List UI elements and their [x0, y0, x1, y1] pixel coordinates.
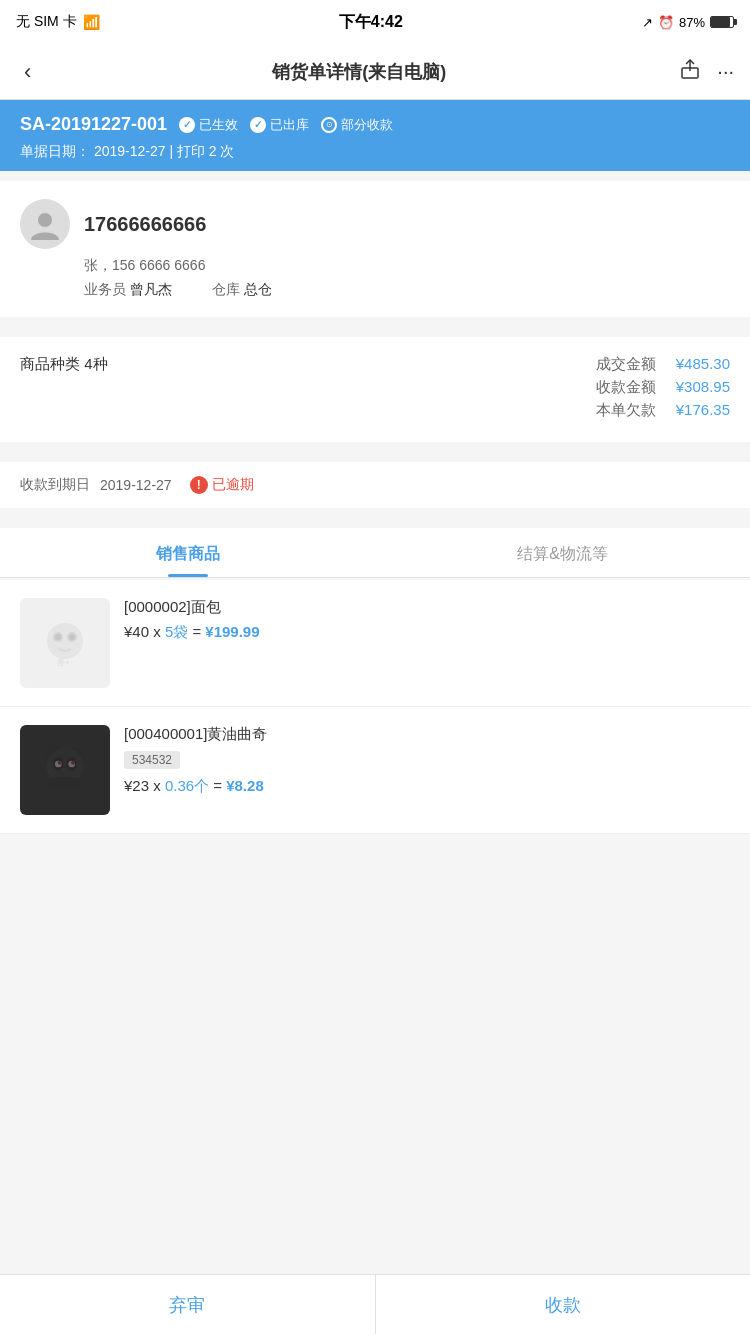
staff-name: 曾凡杰: [130, 281, 172, 299]
product-item: 兽+ [0000002]面包 ¥40 x 5袋 = ¥199.99: [0, 580, 750, 707]
debt-label: 本单欠款: [596, 401, 656, 420]
back-button[interactable]: ‹: [16, 51, 39, 93]
overdue-badge: ! 已逾期: [190, 476, 254, 494]
product-price-row-1: ¥40 x 5袋 = ¥199.99: [124, 623, 730, 642]
tab-products-label: 销售商品: [156, 545, 220, 562]
check-icon-2: ✓: [250, 117, 266, 133]
amount-value: ¥485.30: [676, 355, 730, 374]
more-button[interactable]: ···: [717, 60, 734, 83]
svg-point-13: [58, 761, 62, 765]
customer-info: 张，156 6666 6666: [84, 257, 730, 275]
product-thumbnail-1: 兽+: [20, 598, 110, 688]
battery-percentage: 87%: [679, 15, 705, 30]
bottom-bar: 弃审 收款: [0, 1274, 750, 1334]
product-name-2: [000400001]黄油曲奇: [124, 725, 730, 744]
location-icon: ↗: [642, 15, 653, 30]
status-time: 下午4:42: [339, 12, 403, 33]
page-title: 销货单详情(来自电脑): [272, 60, 446, 84]
received-value: ¥308.95: [676, 378, 730, 397]
stats-row: 商品种类 4种 成交金额 ¥485.30 收款金额 ¥308.95 本单欠款 ¥…: [20, 355, 730, 424]
tab-settlement[interactable]: 结算&物流等: [375, 528, 750, 577]
customer-avatar: [20, 199, 70, 249]
stats-left: 商品种类 4种: [20, 355, 108, 378]
amount-label: 成交金额: [596, 355, 656, 374]
date-label: 单据日期：: [20, 143, 90, 159]
debt-row: 本单欠款 ¥176.35: [596, 401, 730, 420]
overdue-icon: !: [190, 476, 208, 494]
product-info-2: [000400001]黄油曲奇 534532 ¥23 x 0.36个 = ¥8.…: [124, 725, 730, 796]
due-section: 收款到期日 2019-12-27 ! 已逾期: [0, 462, 750, 508]
stats-right: 成交金额 ¥485.30 收款金额 ¥308.95 本单欠款 ¥176.35: [596, 355, 730, 424]
amount-row: 成交金额 ¥485.30: [596, 355, 730, 374]
tab-products[interactable]: 销售商品: [0, 528, 375, 577]
category-item: 商品种类 4种: [20, 355, 108, 374]
customer-row: 17666666666: [20, 199, 730, 249]
warehouse-label: 仓库: [212, 281, 240, 299]
nav-actions: ···: [679, 58, 734, 85]
received-row: 收款金额 ¥308.95: [596, 378, 730, 397]
staff-row: 业务员 曾凡杰 仓库 总仓: [84, 281, 730, 299]
battery-icon: [710, 16, 734, 28]
order-date-row: 单据日期： 2019-12-27 | 打印 2 次: [20, 143, 730, 161]
status-badge-partial: ⊙ 部分收款: [321, 116, 393, 134]
status-badge-shipped: ✓ 已出库: [250, 116, 309, 134]
tabs-section: 销售商品 结算&物流等: [0, 528, 750, 578]
svg-point-6: [69, 634, 75, 640]
confirm-label: 收款: [545, 1293, 581, 1317]
category-value: 4种: [84, 355, 107, 372]
warehouse-name: 总仓: [244, 281, 272, 299]
stats-section: 商品种类 4种 成交金额 ¥485.30 收款金额 ¥308.95 本单欠款 ¥…: [0, 337, 750, 442]
status-bar: 无 SIM 卡 📶 下午4:42 ↗ ⏰ 87%: [0, 0, 750, 44]
check-icon-1: ✓: [179, 117, 195, 133]
nav-bar: ‹ 销货单详情(来自电脑) ···: [0, 44, 750, 100]
svg-point-1: [38, 213, 52, 227]
products-section: 兽+ [0000002]面包 ¥40 x 5袋 = ¥199.99: [0, 580, 750, 834]
status-right: ↗ ⏰ 87%: [642, 15, 734, 30]
order-header-banner: SA-20191227-001 ✓ 已生效 ✓ 已出库 ⊙ 部分收款 单据日期：…: [0, 100, 750, 171]
customer-section: 17666666666 张，156 6666 6666 业务员 曾凡杰 仓库 总…: [0, 181, 750, 317]
clock-icon: ⊙: [321, 117, 337, 133]
cancel-button[interactable]: 弃审: [0, 1275, 376, 1334]
status-left: 无 SIM 卡 📶: [16, 13, 100, 31]
cancel-label: 弃审: [169, 1293, 205, 1317]
confirm-button[interactable]: 收款: [376, 1275, 751, 1334]
staff-label: 业务员: [84, 281, 126, 299]
svg-text:兽+: 兽+: [57, 658, 70, 667]
overdue-text: 已逾期: [212, 476, 254, 494]
product-name-1: [0000002]面包: [124, 598, 730, 617]
status-text-3: 部分收款: [341, 116, 393, 134]
product-item-2: [000400001]黄油曲奇 534532 ¥23 x 0.36个 = ¥8.…: [0, 707, 750, 834]
status-text-2: 已出库: [270, 116, 309, 134]
order-id-row: SA-20191227-001 ✓ 已生效 ✓ 已出库 ⊙ 部分收款: [20, 114, 730, 135]
received-label: 收款金额: [596, 378, 656, 397]
status-text-1: 已生效: [199, 116, 238, 134]
product-sku-2: 534532: [124, 751, 180, 769]
due-date: 2019-12-27: [100, 477, 172, 493]
svg-point-2: [47, 623, 83, 659]
product-thumbnail-2: [20, 725, 110, 815]
share-button[interactable]: [679, 58, 701, 85]
svg-point-14: [71, 761, 75, 765]
status-badge-effective: ✓ 已生效: [179, 116, 238, 134]
tab-settlement-label: 结算&物流等: [517, 545, 608, 562]
category-label: 商品种类: [20, 355, 80, 372]
product-price-row-2: ¥23 x 0.36个 = ¥8.28: [124, 777, 730, 796]
print-info: | 打印 2 次: [169, 143, 234, 159]
customer-phone: 17666666666: [84, 213, 206, 236]
wifi-icon: 📶: [83, 14, 100, 30]
debt-value: ¥176.35: [676, 401, 730, 420]
carrier-text: 无 SIM 卡: [16, 13, 77, 31]
svg-point-5: [55, 634, 61, 640]
due-label: 收款到期日: [20, 476, 90, 494]
product-info-1: [0000002]面包 ¥40 x 5袋 = ¥199.99: [124, 598, 730, 642]
order-date: 2019-12-27: [94, 143, 166, 159]
svg-rect-15: [48, 777, 81, 790]
order-id: SA-20191227-001: [20, 114, 167, 135]
alarm-icon: ⏰: [658, 15, 674, 30]
